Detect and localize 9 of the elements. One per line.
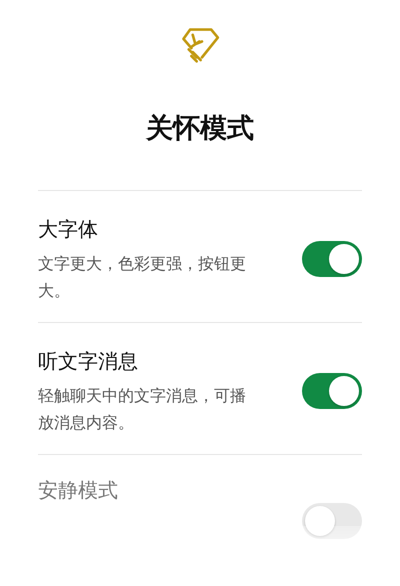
setting-title: 大字体 [38, 216, 99, 242]
setting-title: 安静模式 [38, 477, 119, 504]
setting-title: 听文字消息 [38, 348, 139, 374]
toggle-switch[interactable] [302, 240, 362, 276]
setting-description: 轻触聊天中的文字消息，可播放消息内容。 [38, 384, 247, 434]
setting-description: 文字更大，色彩更强，按钮更大。 [38, 252, 247, 302]
page-title: 关怀模式 [146, 112, 254, 146]
toggle-switch[interactable] [302, 503, 362, 539]
toggle-switch[interactable] [302, 372, 362, 408]
